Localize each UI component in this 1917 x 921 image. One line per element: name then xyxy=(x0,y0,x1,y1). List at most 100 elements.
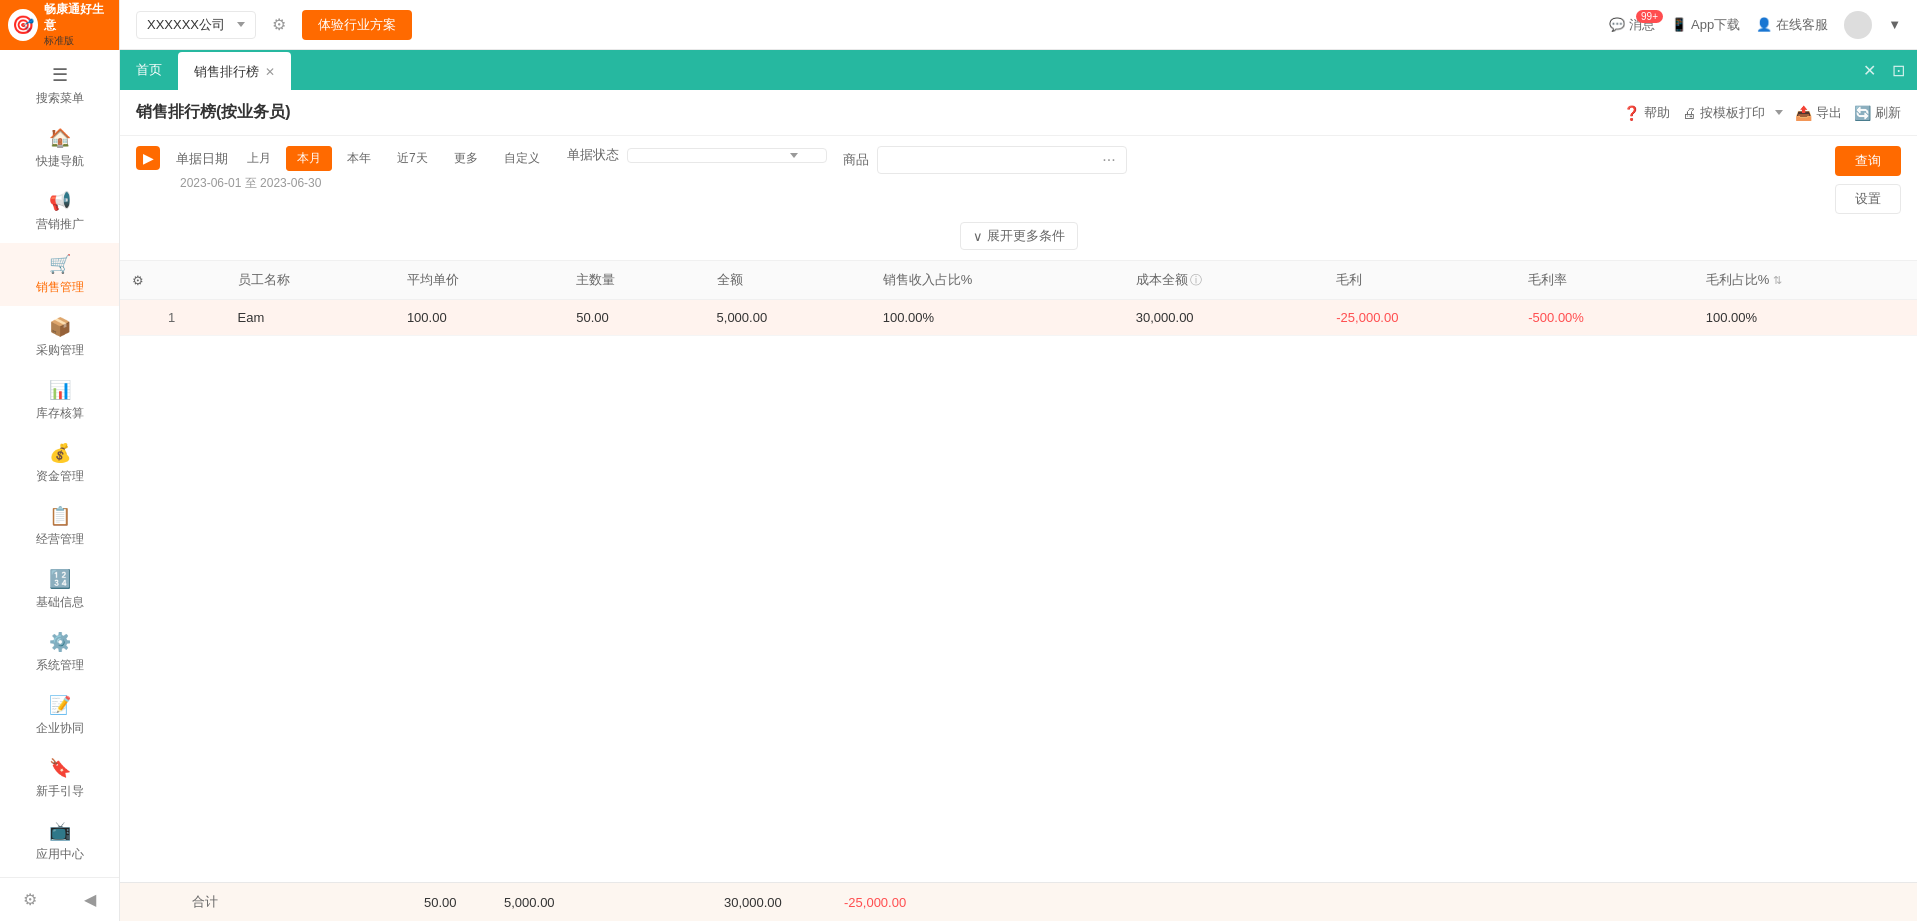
sidebar-item-finance[interactable]: 💰资金管理 xyxy=(0,432,119,495)
tab-sales-rank[interactable]: 销售排行榜 ✕ xyxy=(178,52,291,92)
refresh-button[interactable]: 🔄 刷新 xyxy=(1854,104,1901,122)
footer-gross: -25,000.00 xyxy=(832,895,952,910)
operations-icon: 📋 xyxy=(49,505,71,527)
collapse-sidebar-btn[interactable]: ◀ xyxy=(76,886,104,913)
date-tabs: 上月 本月 本年 近7天 更多 自定义 xyxy=(236,146,551,171)
sidebar-label-basic: 基础信息 xyxy=(36,594,84,611)
sidebar-label-operations: 经营管理 xyxy=(36,531,84,548)
page-container: 销售排行榜(按业务员) ❓ 帮助 🖨 按模板打印 📤 xyxy=(120,90,1917,921)
row-gross-pct: 100.00% xyxy=(1694,300,1917,336)
cost-help-icon[interactable]: ⓘ xyxy=(1190,272,1202,289)
header-right: 💬 消息 99+ 📱 App下载 👤 在线客服 ▼ xyxy=(1609,11,1901,39)
print-button[interactable]: 🖨 按模板打印 xyxy=(1682,104,1783,122)
sidebar-item-system[interactable]: ⚙️系统管理 xyxy=(0,621,119,684)
sidebar-item-purchase[interactable]: 📦采购管理 xyxy=(0,306,119,369)
date-tab-7days[interactable]: 近7天 xyxy=(386,146,439,171)
row-gross-rate: -500.00% xyxy=(1516,300,1693,336)
date-tab-this-month[interactable]: 本月 xyxy=(286,146,332,171)
row-settings-cell xyxy=(120,300,156,336)
quick-nav-icon: 🏠 xyxy=(49,127,71,149)
date-tab-this-year[interactable]: 本年 xyxy=(336,146,382,171)
message-item[interactable]: 💬 消息 99+ xyxy=(1609,16,1655,34)
settings-button[interactable]: 设置 xyxy=(1835,184,1901,214)
table-body: 1 Eam 100.00 50.00 5,000.00 100.00% 30,0… xyxy=(120,300,1917,336)
sidebar-item-operations[interactable]: 📋 经营管理 xyxy=(0,495,119,558)
date-tab-more[interactable]: 更多 xyxy=(443,146,489,171)
logo-icon: 🎯 xyxy=(8,9,38,41)
sidebar-label-inventory: 库存核算 xyxy=(36,405,84,422)
export-button[interactable]: 📤 导出 xyxy=(1795,104,1842,122)
sidebar-item-enterprise[interactable]: 📝企业协同 xyxy=(0,684,119,747)
online-service-label: 在线客服 xyxy=(1776,16,1828,34)
marketing-icon: 📢 xyxy=(49,190,71,212)
col-avg-price: 平均单价 xyxy=(395,261,564,300)
sidebar-item-guide[interactable]: 🔖 新手引导 xyxy=(0,747,119,810)
export-label: 导出 xyxy=(1816,104,1842,122)
inventory-icon: 📊 xyxy=(49,379,71,401)
sidebar-label-sales: 销售管理 xyxy=(36,279,84,296)
gross-pct-sort-icon[interactable]: ⇅ xyxy=(1773,274,1782,286)
restore-tabs-icon[interactable]: ⊡ xyxy=(1888,57,1909,84)
print-dropdown-icon xyxy=(1775,110,1783,115)
sidebar-item-marketing[interactable]: 📢营销推广 xyxy=(0,180,119,243)
message-icon: 💬 xyxy=(1609,17,1625,32)
close-tab-icon[interactable]: ✕ xyxy=(265,65,275,79)
footer-total-label: 合计 xyxy=(192,893,312,911)
sidebar-nav: ☰搜索菜单🏠快捷导航📢营销推广 🛒 销售管理 📦采购管理 📊 库存核算 💰资金管理 📋 经营管理… xyxy=(0,50,119,877)
app-download-item[interactable]: 📱 App下载 xyxy=(1671,16,1740,34)
trial-button[interactable]: 体验行业方案 xyxy=(302,10,412,40)
date-tab-custom[interactable]: 自定义 xyxy=(493,146,551,171)
row-cost: 30,000.00 xyxy=(1124,300,1325,336)
expand-conditions-btn[interactable]: ∨ 展开更多条件 xyxy=(960,222,1078,250)
goods-filter-group: 商品 ··· xyxy=(843,146,1127,174)
row-sales-pct: 100.00% xyxy=(871,300,1124,336)
main-area: XXXXXX公司 ⚙ 体验行业方案 💬 消息 99+ 📱 App下载 👤 在线客… xyxy=(120,0,1917,921)
sidebar-item-inventory[interactable]: 📊 库存核算 xyxy=(0,369,119,432)
guide-icon: 🔖 xyxy=(49,757,71,779)
table-row: 1 Eam 100.00 50.00 5,000.00 100.00% 30,0… xyxy=(120,300,1917,336)
expand-down-icon: ∨ xyxy=(973,229,983,244)
filter-toggle-btn[interactable]: ▶ xyxy=(136,146,160,170)
sidebar-label-finance: 资金管理 xyxy=(36,468,84,485)
sidebar-item-quick-nav[interactable]: 🏠快捷导航 xyxy=(0,117,119,180)
settings-footer-icon[interactable]: ⚙ xyxy=(15,886,45,913)
sidebar-item-sales[interactable]: 🛒 销售管理 xyxy=(0,243,119,306)
basic-icon: 🔢 xyxy=(49,568,71,590)
avatar[interactable] xyxy=(1844,11,1872,39)
goods-ellipsis-icon[interactable]: ··· xyxy=(1102,151,1115,169)
goods-filter-label: 商品 xyxy=(843,151,869,169)
help-icon: ❓ xyxy=(1623,105,1640,121)
tab-home[interactable]: 首页 xyxy=(120,50,178,90)
header-settings-icon[interactable]: ⚙ xyxy=(268,11,290,38)
query-button[interactable]: 查询 xyxy=(1835,146,1901,176)
enterprise-icon: 📝 xyxy=(49,694,71,716)
status-filter-group: 单据状态 xyxy=(567,146,827,164)
online-service-item[interactable]: 👤 在线客服 xyxy=(1756,16,1828,34)
expand-label: 展开更多条件 xyxy=(987,227,1065,245)
sales-icon: 🛒 xyxy=(49,253,71,275)
status-select[interactable] xyxy=(627,148,827,163)
help-button[interactable]: ❓ 帮助 xyxy=(1623,104,1670,122)
sidebar-item-basic[interactable]: 🔢 基础信息 xyxy=(0,558,119,621)
print-label: 按模板打印 xyxy=(1700,104,1765,122)
company-selector[interactable]: XXXXXX公司 xyxy=(136,11,256,39)
app-logo: 🎯 畅康通好生意 标准版 xyxy=(0,0,119,50)
close-all-tabs-icon[interactable]: ✕ xyxy=(1859,57,1880,84)
col-settings[interactable]: ⚙ xyxy=(120,261,156,300)
date-range-display: 2023-06-01 至 2023-06-30 xyxy=(176,175,551,192)
filter-bar: ▶ 单据日期 上月 本月 本年 近7天 更多 xyxy=(120,136,1917,261)
sidebar-item-search[interactable]: ☰搜索菜单 xyxy=(0,54,119,117)
sidebar-item-apps[interactable]: 📺应用中心 xyxy=(0,810,119,873)
goods-input[interactable]: ··· xyxy=(877,146,1127,174)
date-tab-last-month[interactable]: 上月 xyxy=(236,146,282,171)
sidebar-label-search: 搜索菜单 xyxy=(36,90,84,107)
purchase-icon: 📦 xyxy=(49,316,71,338)
avatar-name: ▼ xyxy=(1888,17,1901,32)
status-filter-label: 单据状态 xyxy=(567,146,619,164)
online-service-icon: 👤 xyxy=(1756,17,1772,32)
sidebar-label-guide: 新手引导 xyxy=(36,783,84,800)
app-download-label: App下载 xyxy=(1691,16,1740,34)
footer-cost: 30,000.00 xyxy=(712,895,832,910)
col-cost: 成本全额 ⓘ xyxy=(1124,261,1325,300)
sidebar-label-system: 系统管理 xyxy=(36,657,84,674)
